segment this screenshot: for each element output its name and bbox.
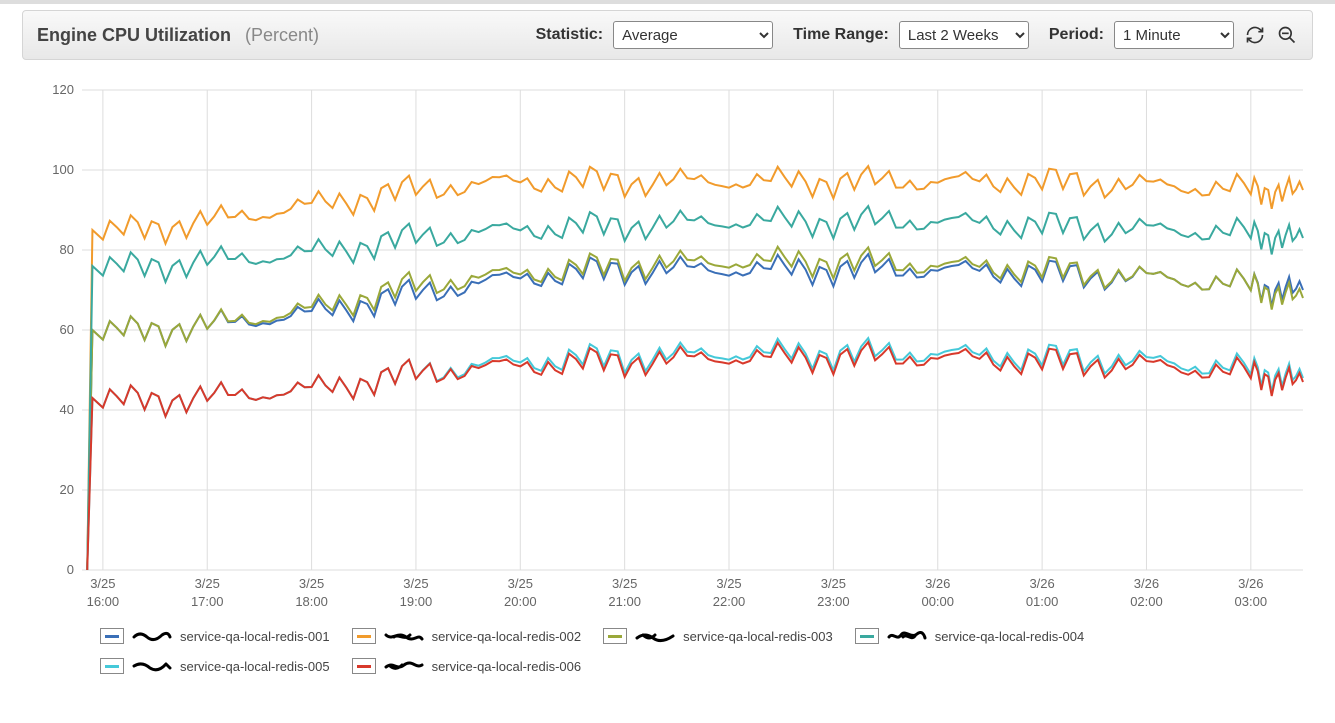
statistic-select[interactable]: Average <box>613 21 773 49</box>
svg-text:3/26: 3/26 <box>925 576 950 591</box>
period-label: Period: <box>1049 26 1104 44</box>
svg-text:19:00: 19:00 <box>400 594 433 609</box>
svg-text:17:00: 17:00 <box>191 594 224 609</box>
svg-text:3/26: 3/26 <box>1238 576 1263 591</box>
legend-label: service-qa-local-redis-003 <box>683 629 833 644</box>
legend-item[interactable]: service-qa-local-redis-006 <box>352 658 582 674</box>
redaction-scribble <box>132 629 172 643</box>
refresh-icon[interactable] <box>1244 24 1266 46</box>
legend-swatch <box>352 658 376 674</box>
svg-text:22:00: 22:00 <box>713 594 746 609</box>
redaction-scribble <box>384 629 424 643</box>
legend-label: service-qa-local-redis-006 <box>432 659 582 674</box>
time-range-select[interactable]: Last 2 Weeks <box>899 21 1029 49</box>
svg-text:3/26: 3/26 <box>1029 576 1054 591</box>
redaction-scribble <box>384 659 424 673</box>
svg-text:3/25: 3/25 <box>612 576 637 591</box>
svg-text:01:00: 01:00 <box>1026 594 1059 609</box>
svg-text:02:00: 02:00 <box>1130 594 1163 609</box>
svg-text:3/25: 3/25 <box>403 576 428 591</box>
svg-text:23:00: 23:00 <box>817 594 850 609</box>
legend-item[interactable]: service-qa-local-redis-003 <box>603 628 833 644</box>
redaction-scribble <box>635 629 675 643</box>
chart-header: Engine CPU Utilization (Percent) Statist… <box>22 10 1313 60</box>
legend-label: service-qa-local-redis-005 <box>180 659 330 674</box>
svg-text:100: 100 <box>52 162 74 177</box>
legend-item[interactable]: service-qa-local-redis-002 <box>352 628 582 644</box>
chart-unit: (Percent) <box>245 25 319 46</box>
time-range-label: Time Range: <box>793 26 889 44</box>
legend-label: service-qa-local-redis-002 <box>432 629 582 644</box>
chart-title: Engine CPU Utilization <box>37 25 231 46</box>
svg-text:80: 80 <box>60 242 74 257</box>
legend-swatch <box>352 628 376 644</box>
legend-swatch <box>100 658 124 674</box>
period-select[interactable]: 1 Minute <box>1114 21 1234 49</box>
svg-text:3/25: 3/25 <box>821 576 846 591</box>
svg-text:60: 60 <box>60 322 74 337</box>
svg-text:3/26: 3/26 <box>1134 576 1159 591</box>
zoom-out-icon[interactable] <box>1276 24 1298 46</box>
svg-text:3/25: 3/25 <box>90 576 115 591</box>
svg-text:3/25: 3/25 <box>195 576 220 591</box>
legend-swatch <box>100 628 124 644</box>
svg-text:16:00: 16:00 <box>87 594 120 609</box>
legend-swatch <box>855 628 879 644</box>
svg-text:0: 0 <box>67 562 74 577</box>
chart-area[interactable]: 0 20 40 60 80 100 120 3/25 16:00 3/25 17:00 3/25 18:… <box>22 70 1313 620</box>
svg-text:20:00: 20:00 <box>504 594 537 609</box>
legend: service-qa-local-redis-001 service-qa-loc… <box>100 628 1313 674</box>
svg-text:20: 20 <box>60 482 74 497</box>
svg-text:03:00: 03:00 <box>1235 594 1268 609</box>
svg-text:120: 120 <box>52 82 74 97</box>
legend-label: service-qa-local-redis-001 <box>180 629 330 644</box>
legend-item[interactable]: service-qa-local-redis-001 <box>100 628 330 644</box>
legend-swatch <box>603 628 627 644</box>
statistic-label: Statistic: <box>536 26 604 44</box>
line-chart[interactable]: 0 20 40 60 80 100 120 3/25 16:00 3/25 17:00 3/25 18:… <box>22 70 1313 620</box>
svg-text:3/25: 3/25 <box>299 576 324 591</box>
redaction-scribble <box>887 629 927 643</box>
legend-item[interactable]: service-qa-local-redis-005 <box>100 658 330 674</box>
legend-item[interactable]: service-qa-local-redis-004 <box>855 628 1085 644</box>
svg-text:18:00: 18:00 <box>295 594 328 609</box>
svg-text:40: 40 <box>60 402 74 417</box>
svg-text:00:00: 00:00 <box>921 594 954 609</box>
legend-label: service-qa-local-redis-004 <box>935 629 1085 644</box>
svg-text:21:00: 21:00 <box>608 594 641 609</box>
svg-text:3/25: 3/25 <box>508 576 533 591</box>
redaction-scribble <box>132 659 172 673</box>
svg-text:3/25: 3/25 <box>716 576 741 591</box>
